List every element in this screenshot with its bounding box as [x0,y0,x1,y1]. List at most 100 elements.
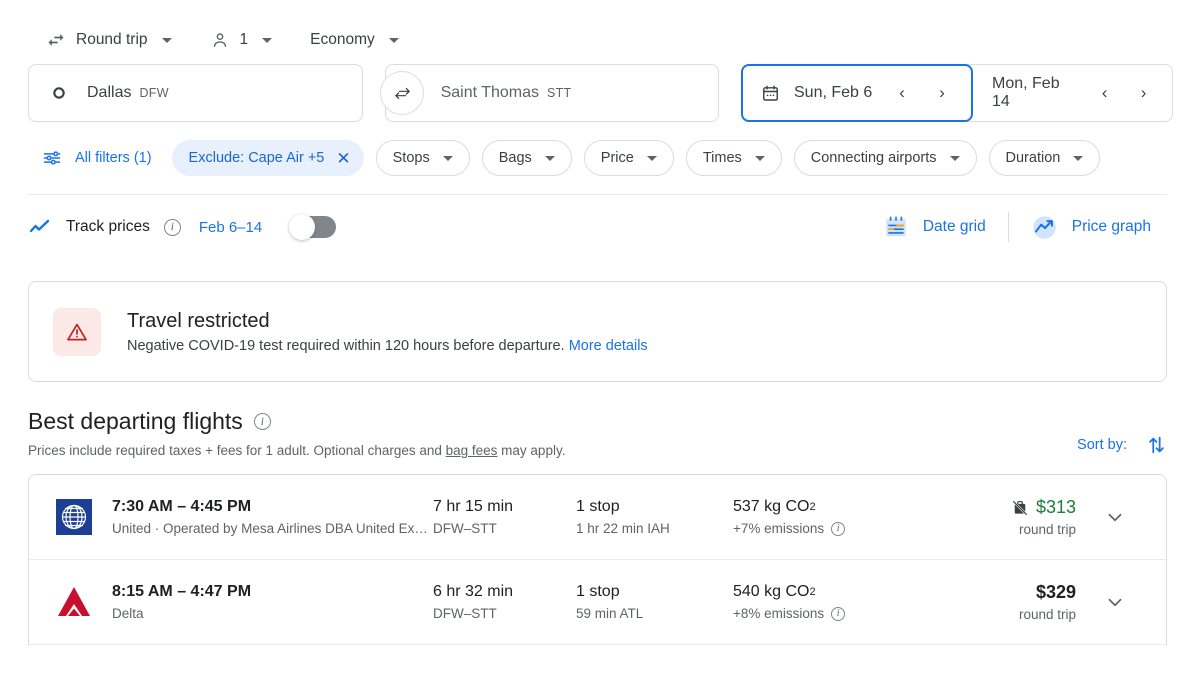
flight-price-cell: $329 round trip [933,582,1086,622]
destination-value: Saint Thomas STT [441,84,572,102]
banner-title: Travel restricted [127,310,648,333]
expand-row-button[interactable] [1086,506,1144,528]
tune-icon [42,148,62,168]
filter-chips-row: All filters (1) Exclude: Cape Air +5 ✕ S… [0,122,1195,176]
all-filters-button[interactable]: All filters (1) [42,142,160,174]
close-icon[interactable]: ✕ [336,150,350,167]
no-bag-icon [1011,499,1029,517]
flight-operator: Delta [112,606,433,621]
departure-date-label: Sun, Feb 6 [794,84,872,102]
price-graph-icon [1031,214,1058,241]
chevron-down-icon [545,156,555,161]
filter-chip-price[interactable]: Price [584,140,674,176]
return-prev-day-button[interactable]: ‹ [1092,80,1117,106]
table-row[interactable]: 7:30 AM – 4:45 PM United · Operated by M… [29,475,1166,560]
filter-chip-bags[interactable]: Bags [482,140,572,176]
results-section-header: Best departing flights i Prices include … [28,408,1167,458]
destination-input[interactable]: Saint Thomas STT [385,64,719,122]
results-subtitle: Prices include required taxes + fees for… [28,443,565,458]
flight-stops-cell: 1 stop 59 min ATL [576,583,733,621]
banner-body-text: Negative COVID-19 test required within 1… [127,338,569,354]
table-row[interactable]: 8:15 AM – 4:47 PM Delta 6 hr 32 min DFW–… [29,560,1166,645]
filter-chip-connecting-airports[interactable]: Connecting airports [794,140,977,176]
info-icon[interactable]: i [831,522,845,536]
swap-origin-destination-button[interactable] [380,71,424,115]
flight-results-list: 7:30 AM – 4:45 PM United · Operated by M… [28,474,1167,645]
flight-route: DFW–STT [433,521,576,536]
warning-triangle-icon [53,308,101,356]
info-icon[interactable]: i [254,413,271,430]
trend-line-icon [28,215,52,239]
trip-options-bar: Round trip 1 Economy [0,0,1195,58]
origin-input[interactable]: Dallas DFW [28,64,363,122]
calendar-icon [761,84,780,103]
price-line: $313 [933,497,1076,518]
departure-prev-day-button[interactable]: ‹ [889,80,915,106]
subtitle-pre-text: Prices include required taxes + fees for… [28,443,446,458]
destination-code: STT [547,86,572,100]
sort-by-label: Sort by: [1077,437,1127,453]
chevron-down-icon [389,38,399,43]
passenger-count: 1 [240,31,249,49]
co2-value-row: 540 kg CO2 [733,583,933,601]
track-prices-toggle[interactable] [290,216,336,238]
google-flights-page: Round trip 1 Economy Dallas DFW [0,0,1195,691]
bag-fees-link[interactable]: bag fees [446,443,498,458]
swap-arrows-icon [393,84,412,103]
flight-times: 8:15 AM – 4:47 PM [112,583,433,601]
cabin-class-selector[interactable]: Economy [302,25,407,55]
more-details-link[interactable]: More details [569,338,648,354]
info-icon[interactable]: i [164,219,181,236]
chevron-down-icon [443,156,453,161]
departure-next-day-button[interactable]: › [929,80,955,106]
chevron-down-icon [755,156,765,161]
filter-chip-label: Duration [1006,150,1061,166]
flight-times-cell: 8:15 AM – 4:47 PM Delta [93,583,433,621]
origin-city: Dallas [87,84,131,102]
price-graph-button[interactable]: Price graph [1017,206,1165,249]
sort-by-control[interactable]: Sort by: [1077,408,1167,456]
subtitle-post-text: may apply. [497,443,565,458]
co2-value: 537 kg CO [733,498,809,516]
flight-emissions-cell: 540 kg CO2 +8% emissions i [733,583,933,621]
track-prices-row: Track prices i Feb 6–14 Date grid Price … [0,195,1195,259]
chevron-down-icon[interactable] [1104,506,1126,528]
filter-chip-stops[interactable]: Stops [376,140,470,176]
flight-price-cell: $313 round trip [933,497,1086,537]
expand-row-button[interactable] [1086,591,1144,613]
chevron-down-icon[interactable] [1104,591,1126,613]
trip-type-selector[interactable]: Round trip [38,24,180,56]
flight-layover: 59 min ATL [576,606,733,621]
flight-times-cell: 7:30 AM – 4:45 PM United · Operated by M… [93,498,433,536]
view-switcher-group: Date grid Price graph [869,206,1165,249]
date-grid-button[interactable]: Date grid [869,206,1000,248]
sort-arrows-icon[interactable] [1145,434,1167,456]
travel-restricted-banner: Travel restricted Negative COVID-19 test… [28,281,1167,382]
origin-code: DFW [139,86,168,100]
price-line: $329 [933,582,1076,603]
passenger-selector[interactable]: 1 [202,24,281,56]
filter-chip-exclude-airlines[interactable]: Exclude: Cape Air +5 ✕ [172,140,364,176]
flight-stops-cell: 1 stop 1 hr 22 min IAH [576,498,733,536]
flight-route: DFW–STT [433,606,576,621]
date-range-picker: Sun, Feb 6 ‹ › Mon, Feb 14 ‹ › [741,64,1173,122]
filter-chip-label: Exclude: Cape Air +5 [189,150,325,166]
flight-duration: 6 hr 32 min [433,583,576,601]
results-title-group: Best departing flights i Prices include … [28,408,565,458]
return-next-day-button[interactable]: › [1131,80,1156,106]
info-icon[interactable]: i [831,607,845,621]
return-date-field[interactable]: Mon, Feb 14 ‹ › [972,65,1172,121]
flight-duration: 7 hr 15 min [433,498,576,516]
emissions-delta-row: +8% emissions i [733,606,933,621]
flight-emissions-cell: 537 kg CO2 +7% emissions i [733,498,933,536]
track-prices-group: Track prices i Feb 6–14 [28,215,336,239]
filter-chip-duration[interactable]: Duration [989,140,1101,176]
trip-type-label: round trip [933,522,1076,537]
track-prices-date-range[interactable]: Feb 6–14 [199,219,262,236]
person-icon [210,30,230,50]
co2-value-row: 537 kg CO2 [733,498,933,516]
departure-date-field[interactable]: Sun, Feb 6 ‹ › [741,64,973,122]
filter-chip-times[interactable]: Times [686,140,782,176]
filter-chip-label: Price [601,150,634,166]
trip-type-label: round trip [933,607,1076,622]
